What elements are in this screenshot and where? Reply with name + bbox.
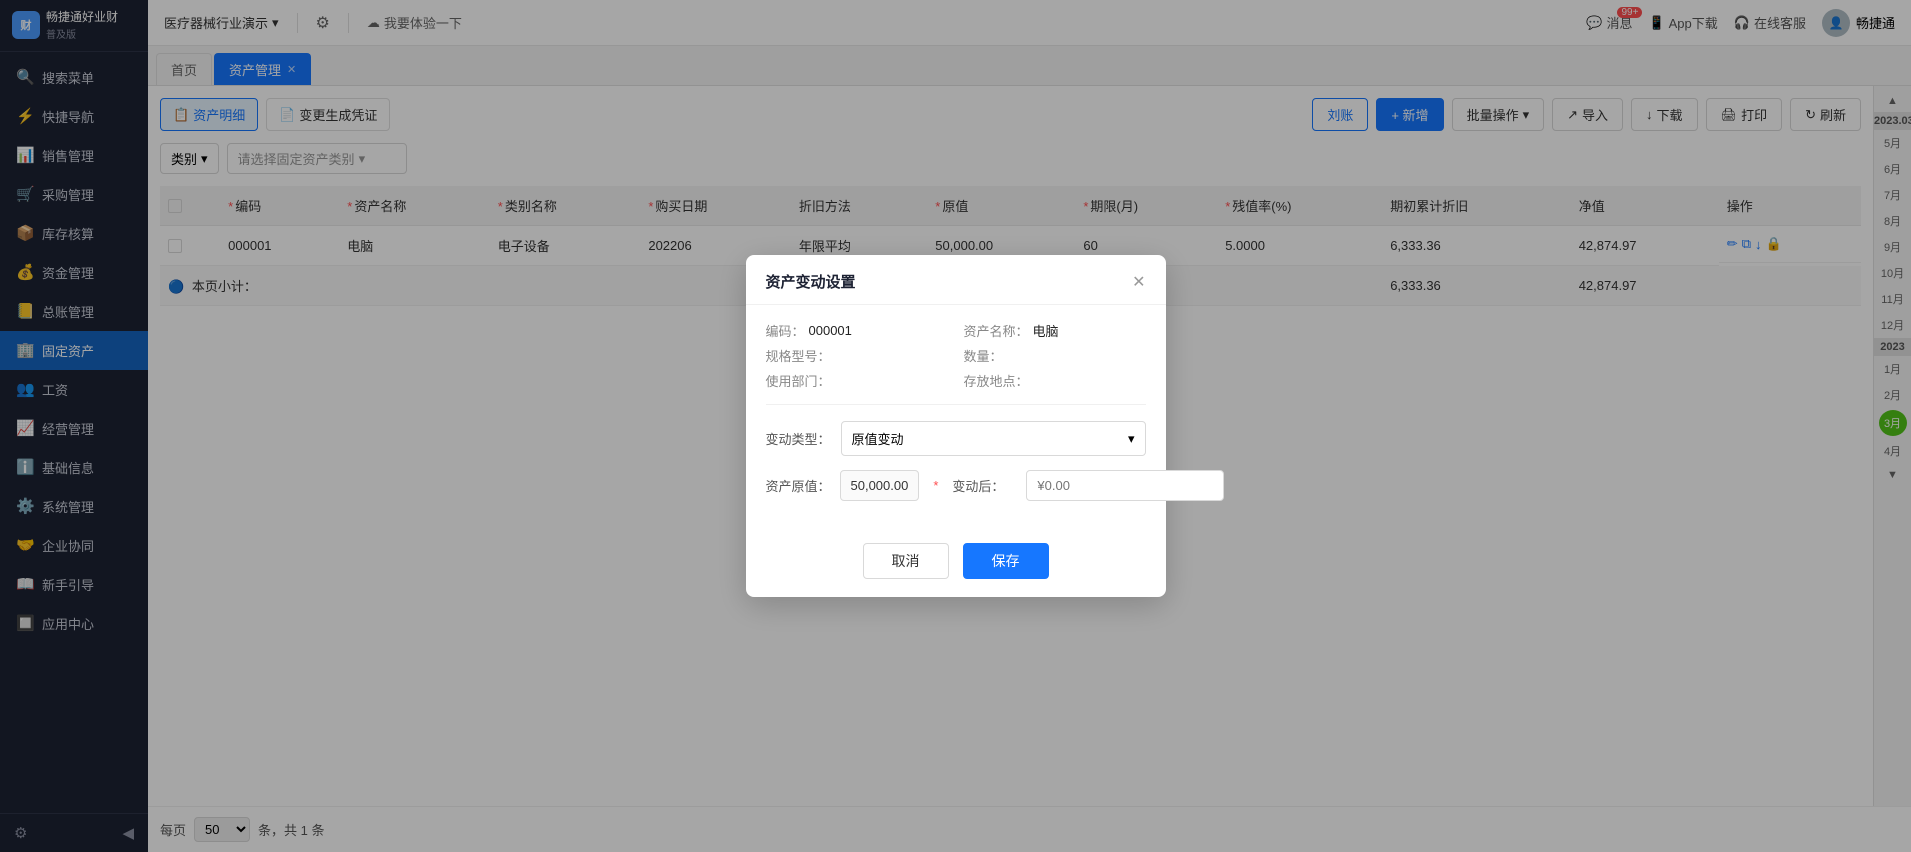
change-type-label: 变动类型： — [766, 429, 831, 448]
change-type-select[interactable]: 原值变动 ▾ — [841, 421, 1146, 456]
dialog-location-field: 存放地点： — [964, 371, 1146, 390]
dialog-location-label: 存放地点： — [964, 371, 1029, 390]
dialog-code-field: 编码： 000001 — [766, 321, 948, 340]
dialog-quantity-label: 数量： — [964, 346, 1003, 365]
dialog-department-label: 使用部门： — [766, 371, 831, 390]
dialog-department-field: 使用部门： — [766, 371, 948, 390]
dialog-quantity-field: 数量： — [964, 346, 1146, 365]
cancel-button[interactable]: 取消 — [863, 543, 949, 579]
dialog-asset-name-field: 资产名称： 电脑 — [964, 321, 1146, 340]
dialog-asset-name-label: 资产名称： — [964, 321, 1029, 340]
save-button[interactable]: 保存 — [963, 543, 1049, 579]
change-type-chevron-icon: ▾ — [1128, 431, 1135, 447]
original-value-display: 50,000.00 — [840, 470, 920, 501]
after-change-required-icon: * — [933, 478, 938, 493]
change-type-value: 原值变动 — [852, 429, 904, 448]
after-change-input[interactable] — [1026, 470, 1224, 501]
asset-change-dialog: 资产变动设置 ✕ 编码： 000001 资产名称： 电脑 规格型号： 数 — [746, 255, 1166, 597]
value-row: 资产原值： 50,000.00 * 变动后： — [766, 470, 1146, 501]
dialog-spec-label: 规格型号： — [766, 346, 831, 365]
dialog-asset-name-value: 电脑 — [1033, 321, 1059, 340]
original-value-label: 资产原值： — [766, 476, 830, 495]
dialog-code-label: 编码： — [766, 321, 805, 340]
dialog-spec-field: 规格型号： — [766, 346, 948, 365]
change-type-row: 变动类型： 原值变动 ▾ — [766, 421, 1146, 456]
dialog-overlay: 资产变动设置 ✕ 编码： 000001 资产名称： 电脑 规格型号： 数 — [0, 0, 1911, 852]
dialog-title: 资产变动设置 — [766, 271, 856, 292]
dialog-body: 编码： 000001 资产名称： 电脑 规格型号： 数量： 使用部门： — [746, 305, 1166, 531]
dialog-footer: 取消 保存 — [746, 531, 1166, 597]
dialog-code-value: 000001 — [809, 323, 852, 338]
dialog-close-button[interactable]: ✕ — [1132, 272, 1145, 292]
dialog-info-grid: 编码： 000001 资产名称： 电脑 规格型号： 数量： 使用部门： — [766, 321, 1146, 405]
after-change-label: 变动后： — [952, 476, 1016, 495]
dialog-header: 资产变动设置 ✕ — [746, 255, 1166, 305]
